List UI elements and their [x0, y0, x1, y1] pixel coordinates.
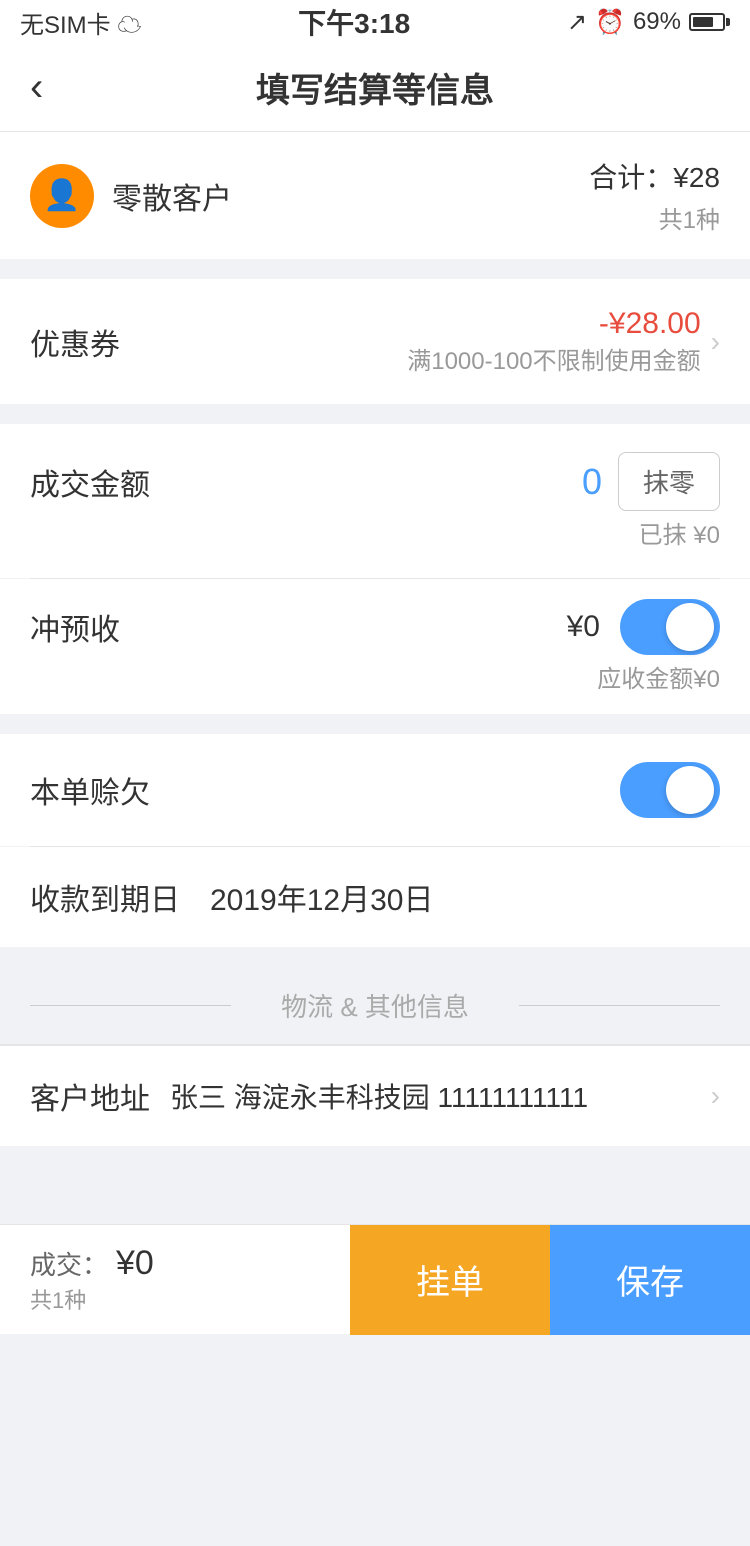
battery-icon [689, 13, 730, 31]
address-label: 客户地址 [30, 1074, 150, 1118]
prepay-label: 冲预收 [30, 605, 120, 649]
customer-row[interactable]: 👤 零散客户 合计：¥28 共1种 [0, 132, 750, 259]
sep-line-right [519, 1005, 720, 1006]
bottom-deal-label: 成交： [30, 1245, 108, 1282]
hang-button[interactable]: 挂单 [350, 1225, 550, 1335]
transaction-sub: 已抹 ¥0 [30, 511, 720, 578]
coupon-description: 满1000-100不限制使用金额 [407, 341, 700, 376]
address-chevron-icon: › [711, 1080, 720, 1112]
address-value: 张三 海淀永丰科技园 11111111111 [170, 1076, 588, 1116]
divider-2 [0, 404, 750, 424]
prepay-amount: ¥0 [567, 610, 600, 644]
bottom-bar: 成交： ¥0 共1种 挂单 保存 [0, 1224, 750, 1334]
prepay-section: 冲预收 ¥0 应收金额¥0 [0, 579, 750, 714]
save-button[interactable]: 保存 [550, 1225, 750, 1335]
transaction-value: 0 [582, 461, 602, 503]
logistics-separator-text: 物流 & 其他信息 [281, 987, 469, 1024]
coupon-right: -¥28.00 满1000-100不限制使用金额 › [407, 307, 720, 376]
coupon-discount: -¥28.00 [407, 307, 700, 341]
prepay-right-col: ¥0 [567, 610, 600, 644]
debt-section: 本单赊欠 [0, 734, 750, 846]
prepay-toggle-slider [620, 599, 720, 655]
avatar: 👤 [30, 164, 94, 228]
coupon-row[interactable]: 优惠券 -¥28.00 满1000-100不限制使用金额 › [0, 279, 750, 404]
debt-label: 本单赊欠 [30, 768, 150, 812]
customer-left: 👤 零散客户 [30, 164, 232, 228]
customer-name: 零散客户 [112, 174, 232, 218]
location-icon: ↗ [567, 8, 587, 37]
prepay-right: ¥0 [567, 599, 720, 655]
divider-1 [0, 259, 750, 279]
transaction-main: 成交金额 0 抹零 [30, 424, 720, 511]
due-date-value: 2019年12月30日 [210, 875, 433, 919]
customer-count: 共1种 [589, 200, 720, 235]
customer-total: 合计：¥28 [589, 156, 720, 196]
prepay-main: 冲预收 ¥0 [30, 579, 720, 655]
status-right: ↗ ⏰ 69% [567, 8, 730, 37]
logistics-separator: 物流 & 其他信息 [0, 967, 750, 1044]
debt-toggle[interactable] [620, 762, 720, 818]
coupon-right-col: -¥28.00 满1000-100不限制使用金额 [407, 307, 700, 376]
bottom-left: 成交： ¥0 共1种 [0, 1244, 350, 1315]
chevron-right-icon: › [711, 326, 720, 358]
prepay-sub-text: 应收金额¥0 [597, 659, 720, 694]
prepay-sub: 应收金额¥0 [30, 655, 720, 714]
divider-3 [0, 714, 750, 734]
already-rounded-text: 已抹 ¥0 [639, 515, 720, 550]
due-date-section[interactable]: 收款到期日 2019年12月30日 [0, 847, 750, 947]
round-zero-button[interactable]: 抹零 [618, 452, 720, 511]
debt-toggle-slider [620, 762, 720, 818]
nav-bar: ‹ 填写结算等信息 [0, 44, 750, 132]
prepay-toggle[interactable] [620, 599, 720, 655]
divider-4 [0, 947, 750, 967]
bottom-deal-count: 共1种 [30, 1283, 320, 1315]
alarm-icon: ⏰ [595, 8, 625, 37]
avatar-icon: 👤 [43, 178, 80, 213]
customer-right: 合计：¥28 共1种 [589, 156, 720, 235]
due-date-label: 收款到期日 [30, 875, 180, 919]
transaction-label: 成交金额 [30, 460, 150, 504]
status-left: 无SIM卡 ☁ [20, 5, 141, 40]
bottom-deal-amount: ¥0 [116, 1244, 154, 1283]
address-section[interactable]: 客户地址 张三 海淀永丰科技园 11111111111 › [0, 1046, 750, 1146]
transaction-section: 成交金额 0 抹零 已抹 ¥0 [0, 424, 750, 578]
status-bar: 无SIM卡 ☁ 下午3:18 ↗ ⏰ 69% [0, 0, 750, 44]
sim-status: 无SIM卡 ☁ [20, 5, 141, 40]
status-time: 下午3:18 [298, 2, 410, 42]
nav-title: 填写结算等信息 [256, 63, 494, 112]
transaction-right: 0 抹零 [582, 452, 720, 511]
address-left: 客户地址 张三 海淀永丰科技园 11111111111 [30, 1074, 588, 1118]
battery-percent: 69% [633, 8, 681, 36]
sep-line-left [30, 1005, 231, 1006]
coupon-label: 优惠券 [30, 320, 120, 364]
back-button[interactable]: ‹ [30, 65, 43, 110]
